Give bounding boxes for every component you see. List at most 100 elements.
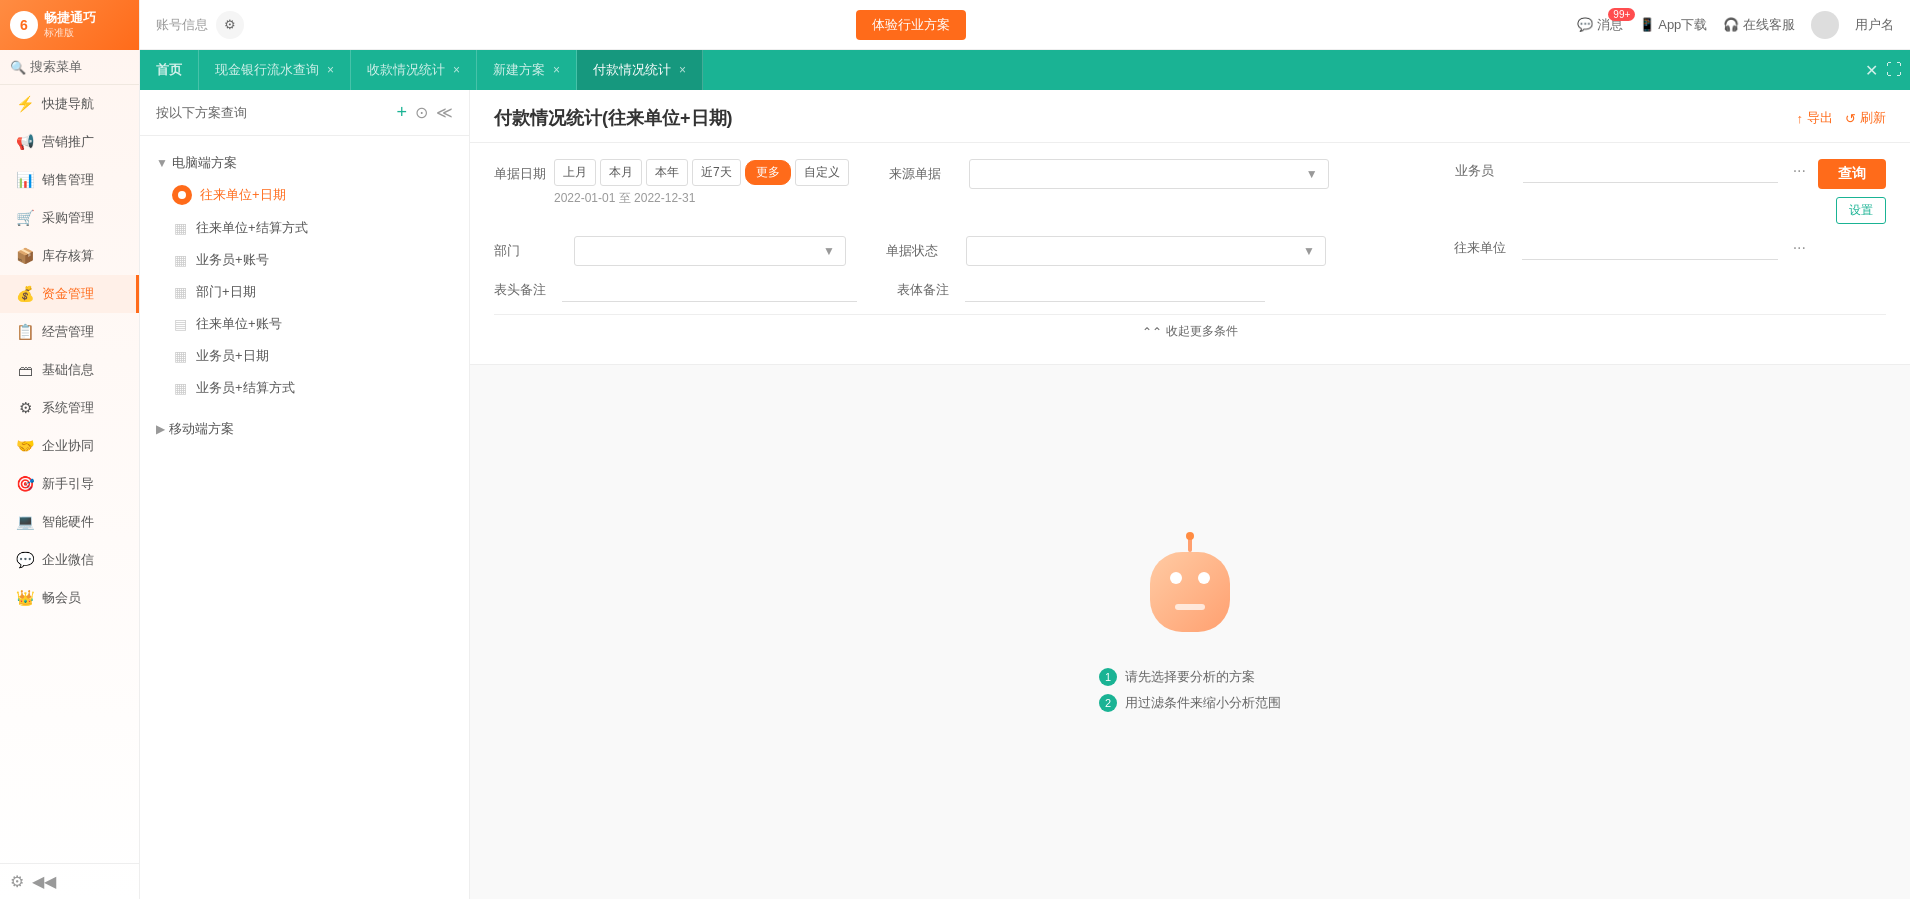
staff-ellipsis[interactable]: ··· bbox=[1786, 162, 1806, 180]
staff-label: 业务员 bbox=[1455, 162, 1515, 180]
scheme-item-staff-date[interactable]: ▦ 业务员+日期 bbox=[140, 340, 469, 372]
search-menu[interactable]: 🔍 搜索菜单 bbox=[0, 50, 139, 85]
header-note-input[interactable] bbox=[562, 278, 857, 302]
scheme-bar-icon: ▤ bbox=[172, 316, 188, 332]
footer-collapse-icon[interactable]: ◀◀ bbox=[32, 872, 56, 891]
staff-input[interactable] bbox=[1523, 159, 1778, 183]
filter-source-col: 来源单据 ▼ bbox=[889, 159, 1415, 189]
tab-payment-stats-close[interactable]: × bbox=[453, 63, 460, 77]
scheme-add-btn[interactable]: + bbox=[396, 102, 407, 123]
tab-payment-detail-close[interactable]: × bbox=[679, 63, 686, 77]
sidebar-item-sales[interactable]: 📊 销售管理 bbox=[0, 161, 139, 199]
date-btn-custom[interactable]: 自定义 bbox=[795, 159, 849, 186]
sales-icon: 📊 bbox=[16, 171, 34, 189]
scheme-item-unit-settlement[interactable]: ▦ 往来单位+结算方式 bbox=[140, 212, 469, 244]
collapse-more-btn[interactable]: ⌃⌃ 收起更多条件 bbox=[494, 314, 1886, 348]
sidebar-item-guide[interactable]: 🎯 新手引导 bbox=[0, 465, 139, 503]
scheme-item-staff-date-label: 业务员+日期 bbox=[196, 347, 269, 365]
active-scheme-dot bbox=[172, 185, 192, 205]
sidebar-item-label: 智能硬件 bbox=[42, 513, 94, 531]
footer-settings-icon[interactable]: ⚙ bbox=[10, 872, 24, 891]
date-buttons: 上月 本月 本年 近7天 更多 自定义 bbox=[554, 159, 849, 186]
tab-home[interactable]: 首页 bbox=[140, 50, 199, 90]
scheme-item-staff-account[interactable]: ▦ 业务员+账号 bbox=[140, 244, 469, 276]
date-btn-this-year[interactable]: 本年 bbox=[646, 159, 688, 186]
refresh-btn[interactable]: ↺ 刷新 bbox=[1845, 109, 1886, 127]
date-btn-this-month[interactable]: 本月 bbox=[600, 159, 642, 186]
export-btn[interactable]: ↑ 导出 bbox=[1797, 109, 1834, 127]
date-range-text: 2022-01-01 至 2022-12-31 bbox=[554, 190, 849, 207]
sidebar-item-inventory[interactable]: 📦 库存核算 bbox=[0, 237, 139, 275]
filter-row-3: 表头备注 表体备注 bbox=[494, 278, 1886, 302]
sidebar-item-purchase[interactable]: 🛒 采购管理 bbox=[0, 199, 139, 237]
scheme-group-mobile-title[interactable]: ▶ 移动端方案 bbox=[140, 414, 469, 444]
date-btn-more[interactable]: 更多 bbox=[745, 160, 791, 185]
bill-status-select[interactable]: ▼ bbox=[966, 236, 1326, 266]
date-btn-last-month[interactable]: 上月 bbox=[554, 159, 596, 186]
empty-illustration bbox=[1130, 552, 1250, 652]
enterprise-icon: 🤝 bbox=[16, 437, 34, 455]
dept-select[interactable]: ▼ bbox=[574, 236, 846, 266]
logo-text: 畅捷通巧 标准版 bbox=[44, 10, 96, 40]
filter-dates: 上月 本月 本年 近7天 更多 自定义 2022-01-01 至 2022-12… bbox=[554, 159, 849, 207]
source-select-box[interactable]: ▼ bbox=[969, 159, 1329, 189]
scheme-collapse-btn[interactable]: ≪ bbox=[436, 103, 453, 122]
source-label: 来源单据 bbox=[889, 165, 949, 183]
scheme-item-staff-settlement[interactable]: ▦ 业务员+结算方式 bbox=[140, 372, 469, 404]
filter-area: 单据日期 上月 本月 本年 近7天 更多 自定义 2022-01-01 至 20… bbox=[470, 143, 1910, 365]
tab-payment-stats[interactable]: 收款情况统计 × bbox=[351, 50, 477, 90]
date-btn-7days[interactable]: 近7天 bbox=[692, 159, 741, 186]
sidebar-item-finance[interactable]: 💰 资金管理 bbox=[0, 275, 139, 313]
tab-new-plan[interactable]: 新建方案 × bbox=[477, 50, 577, 90]
sidebar-item-operations[interactable]: 📋 经营管理 bbox=[0, 313, 139, 351]
bill-status-select-box[interactable]: ▼ bbox=[966, 236, 1326, 266]
operations-icon: 📋 bbox=[16, 323, 34, 341]
sidebar-item-hardware[interactable]: 💻 智能硬件 bbox=[0, 503, 139, 541]
message-icon: 💬 bbox=[1577, 17, 1593, 32]
tab-bank-flow-close[interactable]: × bbox=[327, 63, 334, 77]
dept-select-box[interactable]: ▼ bbox=[574, 236, 846, 266]
trial-btn[interactable]: 体验行业方案 bbox=[856, 10, 966, 40]
system-icon: ⚙ bbox=[16, 399, 34, 417]
tab-new-plan-close[interactable]: × bbox=[553, 63, 560, 77]
tab-payment-stats-label: 收款情况统计 bbox=[367, 61, 445, 79]
sidebar-item-wechat[interactable]: 💬 企业微信 bbox=[0, 541, 139, 579]
step-1-text: 请先选择要分析的方案 bbox=[1125, 668, 1255, 686]
sidebar-item-enterprise[interactable]: 🤝 企业协同 bbox=[0, 427, 139, 465]
tab-expand-icon[interactable]: ⛶ bbox=[1886, 61, 1902, 79]
query-btn[interactable]: 查询 bbox=[1818, 159, 1886, 189]
messages-btn[interactable]: 💬 消息 99+ bbox=[1577, 16, 1623, 34]
sidebar-item-label: 企业微信 bbox=[42, 551, 94, 569]
scheme-item-unit-date[interactable]: 往来单位+日期 bbox=[140, 178, 469, 212]
topbar-settings-btn[interactable]: ⚙ bbox=[216, 11, 244, 39]
body-note-input[interactable] bbox=[965, 278, 1265, 302]
scheme-group-pc-title[interactable]: ▼ 电脑端方案 bbox=[140, 148, 469, 178]
counterparty-ellipsis[interactable]: ··· bbox=[1786, 239, 1806, 257]
tab-bank-flow-label: 现金银行流水查询 bbox=[215, 61, 319, 79]
sidebar-item-marketing[interactable]: 📢 营销推广 bbox=[0, 123, 139, 161]
topbar: 账号信息 ⚙ 体验行业方案 💬 消息 99+ 📱 App下载 🎧 在线客服 bbox=[140, 0, 1910, 50]
online-service-label: 在线客服 bbox=[1743, 17, 1795, 32]
inventory-icon: 📦 bbox=[16, 247, 34, 265]
sidebar-item-label: 库存核算 bbox=[42, 247, 94, 265]
scheme-item-unit-account[interactable]: ▤ 往来单位+账号 bbox=[140, 308, 469, 340]
sidebar-footer: ⚙ ◀◀ bbox=[0, 863, 139, 899]
scheme-settings-btn[interactable]: ⊙ bbox=[415, 103, 428, 122]
dept-arrow-icon: ▼ bbox=[823, 244, 835, 258]
tab-close-all-icon[interactable]: ✕ bbox=[1865, 61, 1878, 80]
tab-payment-detail[interactable]: 付款情况统计 × bbox=[577, 50, 703, 90]
tab-bank-flow[interactable]: 现金银行流水查询 × bbox=[199, 50, 351, 90]
sidebar-item-basic-info[interactable]: 🗃 基础信息 bbox=[0, 351, 139, 389]
step-2-text: 用过滤条件来缩小分析范围 bbox=[1125, 694, 1281, 712]
date-label: 单据日期 bbox=[494, 159, 554, 183]
scheme-section-mobile: ▶ 移动端方案 bbox=[140, 408, 469, 450]
online-service-btn[interactable]: 🎧 在线客服 bbox=[1723, 16, 1795, 34]
app-download-btn[interactable]: 📱 App下载 bbox=[1639, 16, 1707, 34]
sidebar-item-system[interactable]: ⚙ 系统管理 bbox=[0, 389, 139, 427]
counterparty-input[interactable] bbox=[1522, 236, 1778, 260]
scheme-item-dept-date[interactable]: ▦ 部门+日期 bbox=[140, 276, 469, 308]
sidebar-item-quick-nav[interactable]: ⚡ 快捷导航 bbox=[0, 85, 139, 123]
source-select[interactable]: ▼ bbox=[969, 159, 1329, 189]
sidebar-item-membership[interactable]: 👑 畅会员 bbox=[0, 579, 139, 617]
settings-btn[interactable]: 设置 bbox=[1836, 197, 1886, 224]
